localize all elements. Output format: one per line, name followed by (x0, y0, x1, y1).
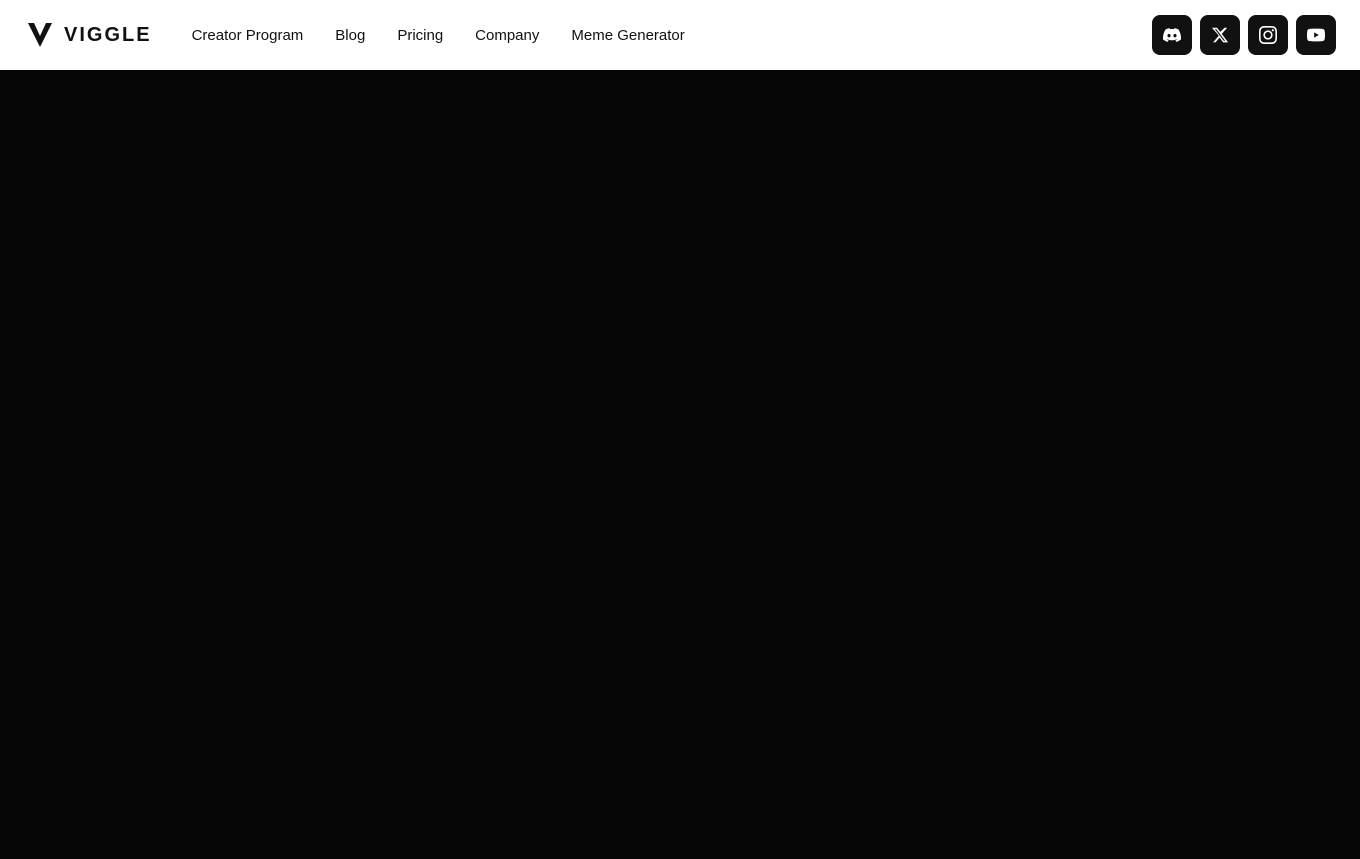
instagram-icon (1259, 26, 1277, 44)
main-content (0, 70, 1360, 859)
viggle-logo-icon (24, 19, 56, 51)
nav-item-meme-generator[interactable]: Meme Generator (571, 27, 684, 44)
youtube-button[interactable] (1296, 15, 1336, 55)
youtube-icon (1307, 26, 1325, 44)
discord-button[interactable] (1152, 15, 1192, 55)
logo[interactable]: VIGGLE (24, 19, 152, 51)
main-nav: Creator Program Blog Pricing Company Mem… (192, 27, 685, 44)
header-social-links (1152, 15, 1336, 55)
logo-text: VIGGLE (64, 24, 152, 47)
nav-item-creator-program[interactable]: Creator Program (192, 27, 304, 44)
nav-item-pricing[interactable]: Pricing (397, 27, 443, 44)
nav-item-blog[interactable]: Blog (335, 27, 365, 44)
twitter-button[interactable] (1200, 15, 1240, 55)
discord-icon (1163, 26, 1181, 44)
header-left: VIGGLE Creator Program Blog Pricing Comp… (24, 19, 685, 51)
twitter-icon (1211, 26, 1229, 44)
nav-item-company[interactable]: Company (475, 27, 539, 44)
instagram-button[interactable] (1248, 15, 1288, 55)
site-header: VIGGLE Creator Program Blog Pricing Comp… (0, 0, 1360, 70)
